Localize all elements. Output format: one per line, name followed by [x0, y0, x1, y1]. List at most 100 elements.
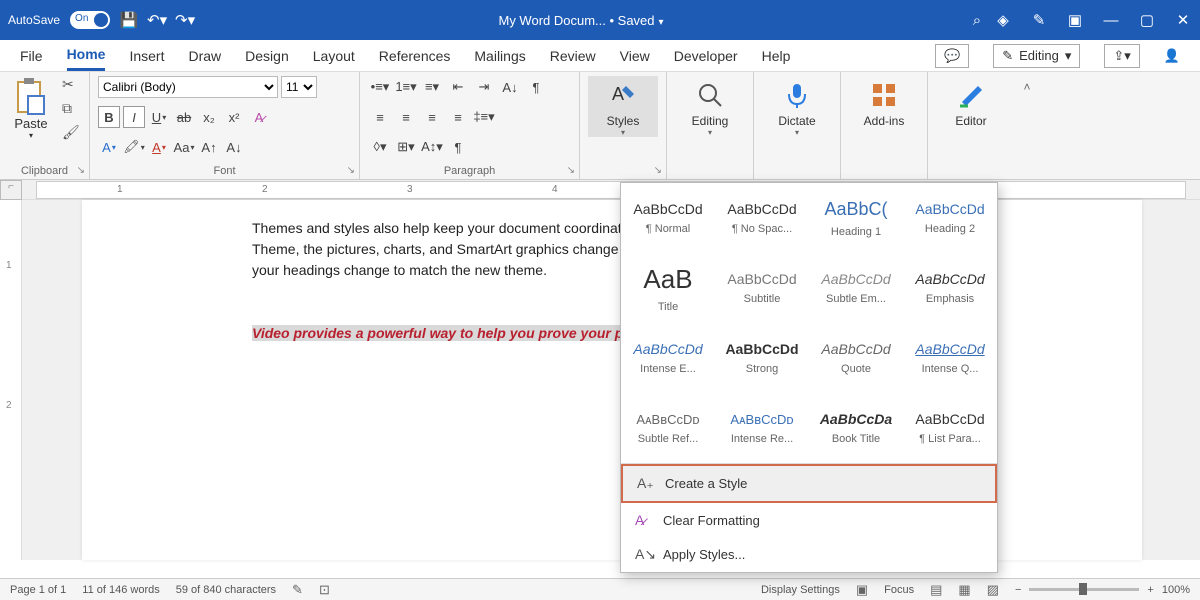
vertical-ruler[interactable]: 12: [0, 200, 22, 560]
char-count[interactable]: 59 of 840 characters: [176, 584, 276, 596]
font-name-select[interactable]: Calibri (Body): [98, 76, 278, 98]
editor-button[interactable]: Editor: [936, 76, 1006, 128]
print-layout-icon[interactable]: ▦: [958, 582, 970, 598]
subscript-button[interactable]: x₂: [198, 106, 220, 128]
clear-formatting-action[interactable]: A̷ Clear Formatting: [621, 503, 997, 537]
tab-references[interactable]: References: [379, 42, 451, 70]
pilcrow2-button[interactable]: ¶: [446, 136, 470, 158]
increase-indent-button[interactable]: ⇥: [472, 76, 496, 98]
close-icon[interactable]: ✕: [1174, 11, 1192, 29]
maximize-icon[interactable]: ▢: [1138, 11, 1156, 29]
tab-review[interactable]: Review: [550, 42, 596, 70]
style--list-para-[interactable]: AaBbCcDd¶ List Para...: [903, 393, 997, 463]
italic-button[interactable]: I: [123, 106, 145, 128]
paste-button[interactable]: Paste ▾: [8, 76, 54, 163]
horizontal-ruler[interactable]: 1234567: [36, 181, 1186, 199]
font-launcher[interactable]: ↘: [347, 165, 355, 176]
undo-icon[interactable]: ↶▾: [148, 11, 166, 29]
style-heading-2[interactable]: AaBbCcDdHeading 2: [903, 183, 997, 253]
web-layout-icon[interactable]: ▨: [987, 582, 999, 598]
account-icon[interactable]: 👤: [1164, 48, 1180, 64]
page-indicator[interactable]: Page 1 of 1: [10, 584, 66, 596]
addins-button[interactable]: Add-ins: [849, 76, 919, 128]
bold-button[interactable]: B: [98, 106, 120, 128]
shrink-font-button[interactable]: A↓: [223, 136, 245, 158]
dictate-button[interactable]: Dictate▾: [762, 76, 832, 137]
brush-icon[interactable]: ✎: [1030, 11, 1048, 29]
display-settings[interactable]: Display Settings: [761, 584, 840, 596]
format-painter-icon[interactable]: 🖌: [62, 124, 80, 142]
styles-launcher[interactable]: ↘: [654, 165, 662, 176]
zoom-slider[interactable]: [1029, 588, 1139, 591]
zoom-percent[interactable]: 100%: [1162, 584, 1190, 596]
focus-icon[interactable]: ▣: [856, 582, 868, 598]
read-mode-icon[interactable]: ▤: [930, 582, 942, 598]
superscript-button[interactable]: x²: [223, 106, 245, 128]
autosave-toggle[interactable]: On: [70, 11, 110, 29]
redo-icon[interactable]: ↷▾: [176, 11, 194, 29]
accessibility-icon[interactable]: ⊡: [319, 582, 330, 598]
decrease-indent-button[interactable]: ⇤: [446, 76, 470, 98]
style-subtle-em-[interactable]: AaBbCcDdSubtle Em...: [809, 253, 903, 323]
tab-layout[interactable]: Layout: [313, 42, 355, 70]
spellcheck-icon[interactable]: ✎: [292, 582, 303, 598]
style-heading-1[interactable]: AaBbC(Heading 1: [809, 183, 903, 253]
zoom-in-button[interactable]: +: [1147, 584, 1153, 596]
styles-button[interactable]: A Styles▾: [588, 76, 658, 137]
align-right-button[interactable]: ≡: [420, 106, 444, 128]
tab-developer[interactable]: Developer: [674, 42, 738, 70]
change-case-button[interactable]: Aa▾: [173, 136, 195, 158]
tab-file[interactable]: File: [20, 42, 43, 70]
style-subtitle[interactable]: AaBbCcDdSubtitle: [715, 253, 809, 323]
style-intense-e-[interactable]: AaBbCcDdIntense E...: [621, 323, 715, 393]
tab-view[interactable]: View: [620, 42, 650, 70]
style-title[interactable]: AaBTitle: [621, 253, 715, 323]
sort-button[interactable]: A↓: [498, 76, 522, 98]
apply-styles-action[interactable]: A↘ Apply Styles...: [621, 537, 997, 572]
sort2-button[interactable]: A↕▾: [420, 136, 444, 158]
search-icon[interactable]: ⌕: [968, 11, 986, 29]
style--no-spac-[interactable]: AaBbCcDd¶ No Spac...: [715, 183, 809, 253]
numbering-button[interactable]: 1≡▾: [394, 76, 418, 98]
tab-mailings[interactable]: Mailings: [474, 42, 525, 70]
strikethrough-button[interactable]: ab: [173, 106, 195, 128]
tab-insert[interactable]: Insert: [129, 42, 164, 70]
copy-icon[interactable]: ⧉: [62, 100, 80, 118]
tab-draw[interactable]: Draw: [188, 42, 221, 70]
underline-button[interactable]: U▾: [148, 106, 170, 128]
clipboard-launcher[interactable]: ↘: [77, 165, 85, 176]
tab-home[interactable]: Home: [67, 40, 106, 71]
collapse-ribbon-button[interactable]: ˄: [1014, 72, 1040, 179]
style-book-title[interactable]: AaBbCcDaBook Title: [809, 393, 903, 463]
zoom-out-button[interactable]: −: [1015, 584, 1021, 596]
style-subtle-ref-[interactable]: AᴀBʙCᴄDᴅSubtle Ref...: [621, 393, 715, 463]
window-icon[interactable]: ▣: [1066, 11, 1084, 29]
style--normal[interactable]: AaBbCcDd¶ Normal: [621, 183, 715, 253]
show-marks-button[interactable]: ¶: [524, 76, 548, 98]
editing-button[interactable]: Editing▾: [675, 76, 745, 137]
focus-label[interactable]: Focus: [884, 584, 914, 596]
comments-button[interactable]: 💬: [935, 44, 969, 68]
style-strong[interactable]: AaBbCcDdStrong: [715, 323, 809, 393]
shading-button[interactable]: ◊▾: [368, 136, 392, 158]
text-effects-button[interactable]: A▾: [98, 136, 120, 158]
font-size-select[interactable]: 11: [281, 76, 317, 98]
diamond-icon[interactable]: ◈: [994, 11, 1012, 29]
share-button[interactable]: ⇪▾: [1104, 44, 1139, 68]
cut-icon[interactable]: ✂: [62, 76, 80, 94]
highlight-button[interactable]: 🖍▾: [123, 136, 145, 158]
tab-design[interactable]: Design: [245, 42, 289, 70]
zoom-control[interactable]: − + 100%: [1015, 584, 1190, 596]
line-spacing-button[interactable]: ‡≡▾: [472, 106, 496, 128]
tab-help[interactable]: Help: [762, 42, 791, 70]
save-icon[interactable]: 💾: [120, 11, 138, 29]
style-emphasis[interactable]: AaBbCcDdEmphasis: [903, 253, 997, 323]
style-intense-q-[interactable]: AaBbCcDdIntense Q...: [903, 323, 997, 393]
font-color-button[interactable]: A▾: [148, 136, 170, 158]
bullets-button[interactable]: •≡▾: [368, 76, 392, 98]
paragraph-launcher[interactable]: ↘: [567, 165, 575, 176]
align-center-button[interactable]: ≡: [394, 106, 418, 128]
style-quote[interactable]: AaBbCcDdQuote: [809, 323, 903, 393]
style-intense-re-[interactable]: AᴀBʙCᴄDᴅIntense Re...: [715, 393, 809, 463]
multilevel-button[interactable]: ≡▾: [420, 76, 444, 98]
